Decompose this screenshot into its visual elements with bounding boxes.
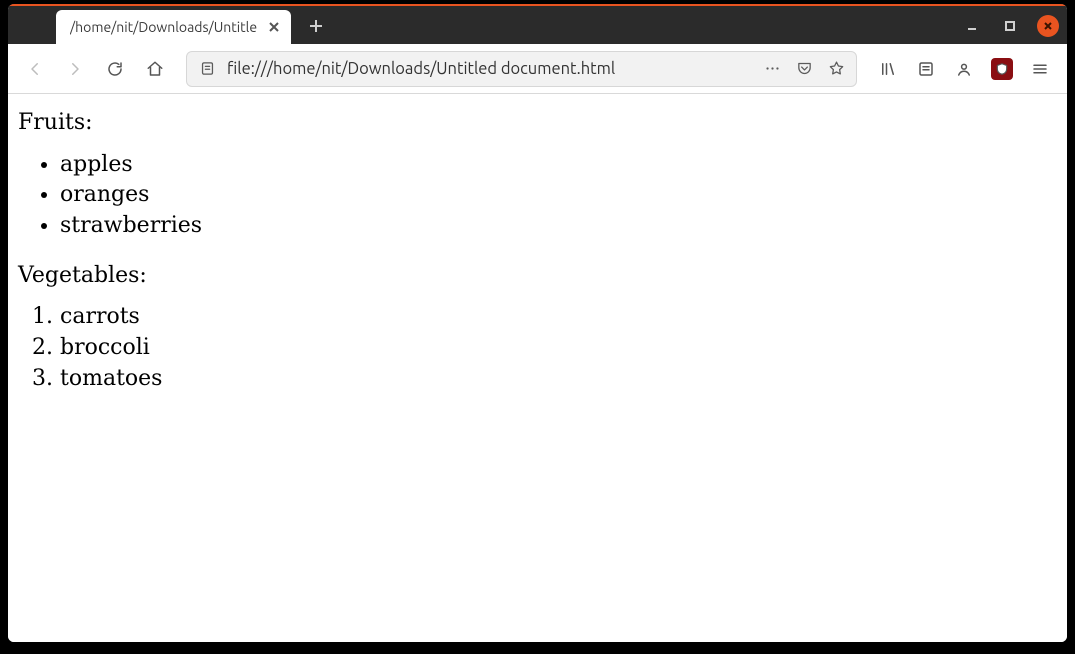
page-actions-icon[interactable] — [760, 57, 784, 81]
list-item: strawberries — [60, 211, 1057, 241]
list-item: broccoli — [60, 333, 1057, 363]
bookmark-star-icon[interactable] — [824, 57, 848, 81]
fruits-list: apples oranges strawberries — [18, 150, 1057, 241]
list-item: apples — [60, 150, 1057, 180]
url-text: file:///home/nit/Downloads/Untitled docu… — [227, 60, 752, 78]
list-item: carrots — [60, 302, 1057, 332]
page-content: Fruits: apples oranges strawberries Vege… — [8, 94, 1067, 642]
fruits-heading: Fruits: — [18, 108, 1057, 138]
list-item: tomatoes — [60, 364, 1057, 394]
window-maximize-button[interactable] — [999, 15, 1021, 37]
pocket-icon[interactable] — [792, 57, 816, 81]
toolbar-right — [871, 52, 1057, 86]
vegetables-list: carrots broccoli tomatoes — [18, 302, 1057, 393]
tab-close-icon[interactable] — [265, 18, 283, 36]
url-bar[interactable]: file:///home/nit/Downloads/Untitled docu… — [186, 51, 857, 87]
browser-window: /home/nit/Downloads/Untitle — [8, 4, 1067, 642]
back-button[interactable] — [18, 52, 52, 86]
new-tab-button[interactable] — [301, 11, 331, 41]
page-info-icon[interactable] — [195, 57, 219, 81]
library-icon[interactable] — [871, 52, 905, 86]
forward-button[interactable] — [58, 52, 92, 86]
vegetables-heading: Vegetables: — [18, 261, 1057, 291]
list-item: oranges — [60, 180, 1057, 210]
browser-tab[interactable]: /home/nit/Downloads/Untitle — [56, 10, 291, 44]
reader-view-icon[interactable] — [909, 52, 943, 86]
toolbar: file:///home/nit/Downloads/Untitled docu… — [8, 44, 1067, 94]
window-close-button[interactable] — [1037, 15, 1059, 37]
hamburger-menu-icon[interactable] — [1023, 52, 1057, 86]
home-button[interactable] — [138, 52, 172, 86]
window-minimize-button[interactable] — [961, 15, 983, 37]
account-icon[interactable] — [947, 52, 981, 86]
reload-button[interactable] — [98, 52, 132, 86]
window-controls — [961, 6, 1059, 46]
ublock-icon[interactable] — [985, 52, 1019, 86]
titlebar: /home/nit/Downloads/Untitle — [8, 4, 1067, 44]
tab-title: /home/nit/Downloads/Untitle — [70, 19, 257, 35]
